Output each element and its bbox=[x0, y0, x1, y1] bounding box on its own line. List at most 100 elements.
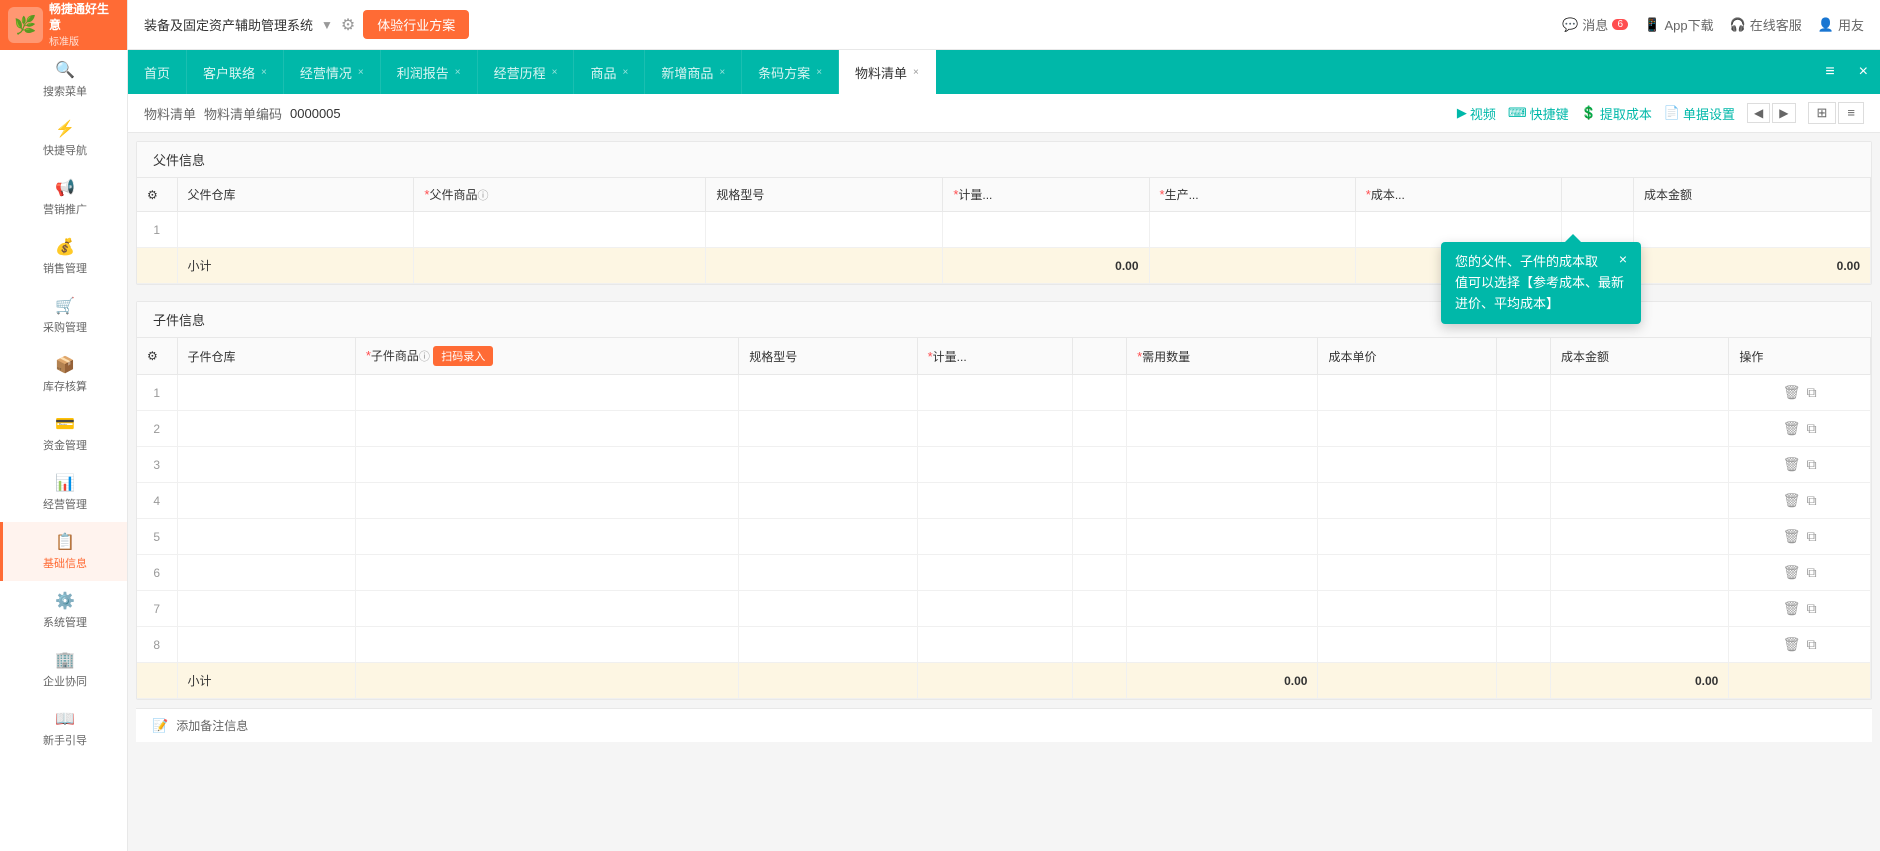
child-row-6-warehouse[interactable] bbox=[177, 555, 355, 591]
child-row-2-unit[interactable] bbox=[917, 411, 1072, 447]
child-row-2-spec[interactable] bbox=[739, 411, 917, 447]
child-row-1-spec[interactable] bbox=[739, 375, 917, 411]
child-row-7-delete-button[interactable]: 🗑 bbox=[1783, 600, 1801, 617]
message-button[interactable]: 💬 消息 6 bbox=[1562, 15, 1628, 34]
child-row-6-product[interactable] bbox=[355, 555, 738, 591]
sidebar-item-marketing[interactable]: 📢 营销推广 bbox=[0, 168, 127, 227]
sidebar-item-finance[interactable]: 💳 资金管理 bbox=[0, 404, 127, 463]
shortcut-button[interactable]: ⌨ 快捷键 bbox=[1508, 104, 1569, 123]
child-row-8-product[interactable] bbox=[355, 627, 738, 663]
child-row-8-unit[interactable] bbox=[917, 627, 1072, 663]
child-row-3-warehouse[interactable] bbox=[177, 447, 355, 483]
tab-customers-close[interactable]: × bbox=[261, 67, 267, 78]
sidebar-item-inventory[interactable]: 📦 库存核算 bbox=[0, 345, 127, 404]
user-button[interactable]: 👤 用友 bbox=[1818, 15, 1864, 34]
parent-row-1-unit[interactable] bbox=[943, 212, 1149, 248]
child-row-6-spec[interactable] bbox=[739, 555, 917, 591]
sidebar-item-guide[interactable]: 📖 新手引导 bbox=[0, 699, 127, 758]
child-row-3-spec[interactable] bbox=[739, 447, 917, 483]
child-row-4-product[interactable] bbox=[355, 483, 738, 519]
child-row-2-copy-button[interactable]: ⧉ bbox=[1807, 420, 1817, 437]
child-row-8-qty[interactable] bbox=[1127, 627, 1318, 663]
dropdown-arrow-icon[interactable]: ▼ bbox=[321, 18, 333, 32]
child-row-1-warehouse[interactable] bbox=[177, 375, 355, 411]
sidebar-item-basic-info[interactable]: 📋 基础信息 bbox=[0, 522, 127, 581]
child-row-3-unit-price[interactable] bbox=[1318, 447, 1496, 483]
child-row-3-copy-button[interactable]: ⧉ bbox=[1807, 456, 1817, 473]
tab-close-all-button[interactable]: × bbox=[1847, 63, 1880, 81]
sidebar-item-search[interactable]: 🔍 搜索菜单 bbox=[0, 50, 127, 109]
child-row-1-product[interactable] bbox=[355, 375, 738, 411]
tab-bom[interactable]: 物料清单 × bbox=[839, 50, 936, 94]
tab-new-products-close[interactable]: × bbox=[719, 67, 725, 78]
tab-history-close[interactable]: × bbox=[552, 67, 558, 78]
child-row-6-qty[interactable] bbox=[1127, 555, 1318, 591]
child-row-5-unit[interactable] bbox=[917, 519, 1072, 555]
child-row-7-unit-price[interactable] bbox=[1318, 591, 1496, 627]
tab-products-close[interactable]: × bbox=[622, 67, 628, 78]
child-row-2-warehouse[interactable] bbox=[177, 411, 355, 447]
child-row-4-unit-price[interactable] bbox=[1318, 483, 1496, 519]
child-row-5-spec[interactable] bbox=[739, 519, 917, 555]
sidebar-item-system[interactable]: ⚙️ 系统管理 bbox=[0, 581, 127, 640]
next-record-button[interactable]: ▶ bbox=[1772, 103, 1795, 123]
settings-button[interactable]: ⚙ bbox=[341, 15, 355, 35]
child-row-1-delete-button[interactable]: 🗑 bbox=[1783, 384, 1801, 401]
child-row-2-qty[interactable] bbox=[1127, 411, 1318, 447]
tab-home[interactable]: 首页 bbox=[128, 50, 187, 94]
child-row-4-qty[interactable] bbox=[1127, 483, 1318, 519]
child-row-3-product[interactable] bbox=[355, 447, 738, 483]
child-row-8-delete-button[interactable]: 🗑 bbox=[1783, 636, 1801, 653]
single-setting-button[interactable]: 📄 单据设置 bbox=[1664, 104, 1735, 123]
child-row-6-copy-button[interactable]: ⧉ bbox=[1807, 564, 1817, 581]
sidebar-item-quick-nav[interactable]: ⚡ 快捷导航 bbox=[0, 109, 127, 168]
scan-input-button[interactable]: 扫码录入 bbox=[433, 346, 493, 366]
online-service-button[interactable]: 🎧 在线客服 bbox=[1730, 15, 1802, 34]
sidebar-item-enterprise[interactable]: 🏢 企业协同 bbox=[0, 640, 127, 699]
tab-profit[interactable]: 利润报告 × bbox=[381, 50, 478, 94]
parent-row-1-produce[interactable] bbox=[1149, 212, 1355, 248]
child-row-4-copy-button[interactable]: ⧉ bbox=[1807, 492, 1817, 509]
tab-barcode[interactable]: 条码方案 × bbox=[742, 50, 839, 94]
child-row-4-delete-button[interactable]: 🗑 bbox=[1783, 492, 1801, 509]
child-row-7-spec[interactable] bbox=[739, 591, 917, 627]
sidebar-item-operations[interactable]: 📊 经营管理 bbox=[0, 463, 127, 522]
child-row-4-spec[interactable] bbox=[739, 483, 917, 519]
parent-row-1-warehouse[interactable] bbox=[177, 212, 414, 248]
child-row-7-copy-button[interactable]: ⧉ bbox=[1807, 600, 1817, 617]
child-row-2-delete-button[interactable]: 🗑 bbox=[1783, 420, 1801, 437]
child-row-4-unit[interactable] bbox=[917, 483, 1072, 519]
add-note-button[interactable]: 添加备注信息 bbox=[176, 717, 248, 734]
child-row-5-qty[interactable] bbox=[1127, 519, 1318, 555]
list-view-button[interactable]: ≡ bbox=[1838, 102, 1864, 124]
trial-button[interactable]: 体验行业方案 bbox=[363, 10, 469, 39]
child-row-6-delete-button[interactable]: 🗑 bbox=[1783, 564, 1801, 581]
child-row-1-qty[interactable] bbox=[1127, 375, 1318, 411]
child-row-6-unit[interactable] bbox=[917, 555, 1072, 591]
child-row-5-delete-button[interactable]: 🗑 bbox=[1783, 528, 1801, 545]
app-download-button[interactable]: 📱 App下载 bbox=[1644, 15, 1713, 34]
tab-products[interactable]: 商品 × bbox=[574, 50, 645, 94]
child-row-3-unit[interactable] bbox=[917, 447, 1072, 483]
child-row-5-unit-price[interactable] bbox=[1318, 519, 1496, 555]
sidebar-item-purchase[interactable]: 🛒 采购管理 bbox=[0, 286, 127, 345]
child-row-8-unit-price[interactable] bbox=[1318, 627, 1496, 663]
child-row-5-copy-button[interactable]: ⧉ bbox=[1807, 528, 1817, 545]
child-row-5-product[interactable] bbox=[355, 519, 738, 555]
child-row-4-warehouse[interactable] bbox=[177, 483, 355, 519]
child-row-1-unit[interactable] bbox=[917, 375, 1072, 411]
child-row-3-qty[interactable] bbox=[1127, 447, 1318, 483]
child-row-1-copy-button[interactable]: ⧉ bbox=[1807, 384, 1817, 401]
child-row-1-unit-price[interactable] bbox=[1318, 375, 1496, 411]
parent-row-1-spec[interactable] bbox=[706, 212, 943, 248]
child-row-7-qty[interactable] bbox=[1127, 591, 1318, 627]
get-cost-button[interactable]: 💲 提取成本 bbox=[1581, 104, 1652, 123]
child-row-5-warehouse[interactable] bbox=[177, 519, 355, 555]
parent-col-settings[interactable]: ⚙ bbox=[137, 178, 177, 212]
parent-row-1-product[interactable] bbox=[414, 212, 706, 248]
prev-record-button[interactable]: ◀ bbox=[1747, 103, 1770, 123]
tab-barcode-close[interactable]: × bbox=[816, 67, 822, 78]
child-row-7-warehouse[interactable] bbox=[177, 591, 355, 627]
sidebar-item-sales[interactable]: 💰 销售管理 bbox=[0, 227, 127, 286]
tab-operations[interactable]: 经营情况 × bbox=[284, 50, 381, 94]
